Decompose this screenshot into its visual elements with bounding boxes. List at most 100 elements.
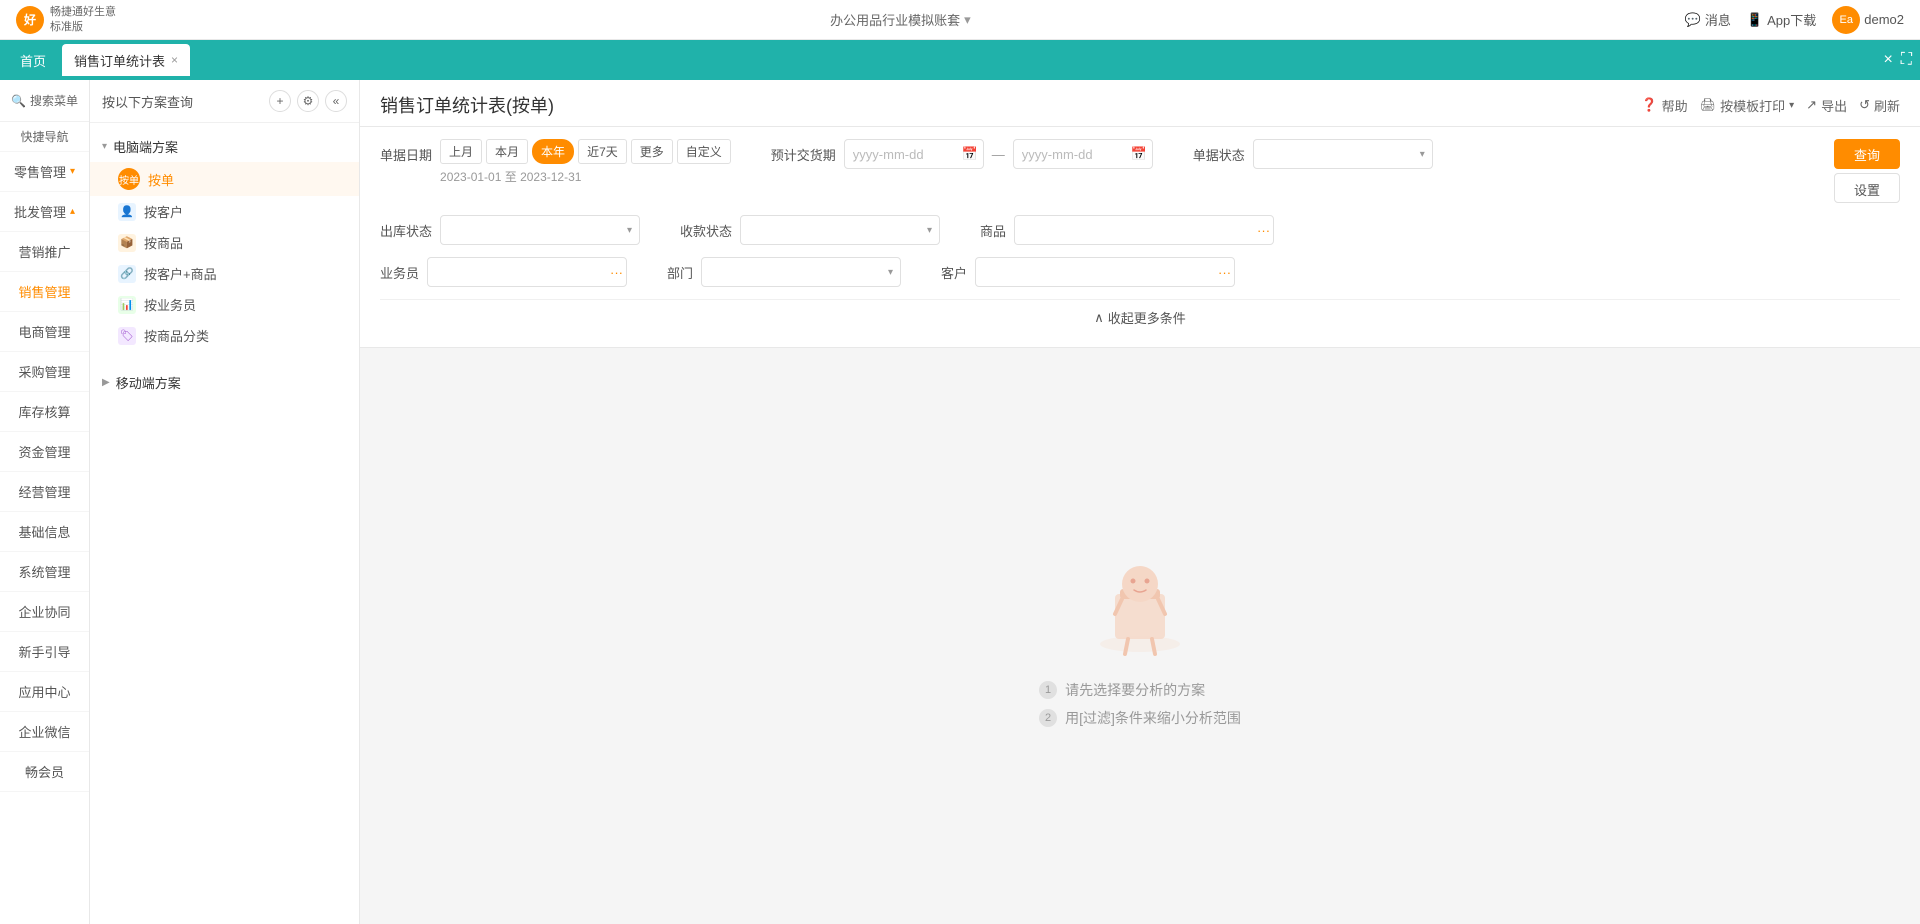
sidebar-item-retail[interactable]: 零售管理 ▾ (0, 152, 89, 192)
sidebar-shortcut-nav[interactable]: 快捷导航 (0, 122, 89, 152)
refresh-icon: ↺ (1859, 97, 1870, 113)
template-print-btn[interactable]: 🖨 按模板打印 ▾ (1700, 96, 1795, 115)
sidebar-item-basic-info[interactable]: 基础信息 (0, 512, 89, 552)
query-btn[interactable]: 查询 (1834, 139, 1900, 169)
app-title: 办公用品行业模拟账套 (830, 10, 960, 29)
left-panel-actions: + ⚙ « (269, 90, 347, 112)
date-btn-last-month[interactable]: 上月 (440, 139, 482, 164)
settings-btn[interactable]: 设置 (1834, 173, 1900, 203)
date-separator: — (992, 147, 1005, 162)
payment-status-select[interactable] (740, 215, 940, 245)
tip1-num-icon: 1 (1039, 681, 1057, 699)
status-filter-group: 单据状态 ▾ (1193, 139, 1433, 169)
ship-status-select-wrap: ▾ (440, 215, 640, 245)
goods-input-wrap: ··· (1014, 215, 1274, 245)
collapse-bar[interactable]: ∧ 收起更多条件 (380, 299, 1900, 335)
logo-icon: 好 (16, 6, 44, 34)
plus-icon: + (276, 94, 283, 108)
salesman-input[interactable] (427, 257, 627, 287)
tab-home[interactable]: 首页 (8, 44, 58, 76)
sidebar-item-member[interactable]: 畅会员 (0, 752, 89, 792)
right-panel: 销售订单统计表(按单) ❓ 帮助 🖨 按模板打印 ▾ ↗ 导出 (360, 80, 1920, 924)
ship-status-select[interactable] (440, 215, 640, 245)
tab-close-icon[interactable]: × (171, 53, 178, 67)
tree-section-pc: ▾ 电脑端方案 按单 按单 👤 按客户 📦 按商品 🔗 按客户+商品 (90, 123, 359, 359)
retail-arrow-icon: ▾ (70, 166, 75, 177)
content: 按以下方案查询 + ⚙ « ▾ 电脑端方案 (90, 80, 1920, 924)
query-settings-btns: 查询 设置 (1834, 139, 1900, 203)
tree-child-by-customer[interactable]: 👤 按客户 (90, 196, 359, 227)
refresh-btn[interactable]: ↺ 刷新 (1859, 96, 1900, 115)
left-panel-title: 按以下方案查询 (102, 92, 193, 111)
empty-tips: 1 请先选择要分析的方案 2 用[过滤]条件来缩小分析范围 (1039, 680, 1241, 728)
department-select[interactable] (701, 257, 901, 287)
sidebar-item-management[interactable]: 经营管理 (0, 472, 89, 512)
help-icon: ❓ (1641, 97, 1657, 113)
user-menu[interactable]: Ea demo2 (1832, 6, 1904, 34)
customer-filter-group: 客户 ··· (941, 257, 1235, 287)
date-btn-this-year[interactable]: 本年 (532, 139, 574, 164)
app-download-btn[interactable]: 📱 App下载 (1747, 10, 1816, 29)
payment-status-select-wrap: ▾ (740, 215, 940, 245)
app-title-arrow-icon[interactable]: ▾ (964, 12, 971, 28)
print-arrow-icon: ▾ (1789, 100, 1794, 111)
tip2-num-icon: 2 (1039, 709, 1057, 727)
sidebar-item-inventory[interactable]: 库存核算 (0, 392, 89, 432)
tabbar: 首页 销售订单统计表 × × ⛶ (0, 40, 1920, 80)
window-close-icon[interactable]: × (1883, 51, 1892, 69)
tree-child-by-category[interactable]: 🏷 按商品分类 (90, 320, 359, 351)
customer-input[interactable] (975, 257, 1235, 287)
tree-parent-pc[interactable]: ▾ 电脑端方案 (90, 131, 359, 162)
sidebar-item-sales[interactable]: 销售管理 (0, 272, 89, 312)
date-btn-more[interactable]: 更多 (631, 139, 673, 164)
date-btn-this-month[interactable]: 本月 (486, 139, 528, 164)
goods-input[interactable] (1014, 215, 1274, 245)
tree-child-by-order[interactable]: 按单 按单 (90, 162, 359, 196)
sidebar-item-wechat[interactable]: 企业微信 (0, 712, 89, 752)
sidebar-item-app-center[interactable]: 应用中心 (0, 672, 89, 712)
salesman-more-icon[interactable]: ··· (610, 265, 623, 280)
sidebar-item-purchase[interactable]: 采购管理 (0, 352, 89, 392)
department-select-wrap: ▾ (701, 257, 901, 287)
status-label: 单据状态 (1193, 145, 1245, 164)
date-btn-last-7[interactable]: 近7天 (578, 139, 627, 164)
goods-more-icon[interactable]: ··· (1257, 223, 1270, 238)
date-btn-custom[interactable]: 自定义 (677, 139, 731, 164)
search-menu-btn[interactable]: 🔍 搜索菜单 (8, 88, 81, 113)
date-range-text: 2023-01-01 至 2023-12-31 (440, 168, 731, 185)
help-btn[interactable]: ❓ 帮助 (1641, 96, 1687, 115)
tab-sales-order-stats[interactable]: 销售订单统计表 × (62, 44, 190, 76)
tree-mobile-arrow-icon: ▶ (102, 377, 110, 388)
date-label: 单据日期 (380, 139, 432, 164)
customer-more-icon[interactable]: ··· (1218, 265, 1231, 280)
collapse-btn[interactable]: ∧ 收起更多条件 (1094, 308, 1186, 327)
tree-child-by-staff[interactable]: 📊 按业务员 (90, 289, 359, 320)
empty-tip-1: 1 请先选择要分析的方案 (1039, 680, 1241, 700)
sidebar-item-guide[interactable]: 新手引导 (0, 632, 89, 672)
topbar-center[interactable]: 办公用品行业模拟账套 ▾ (830, 10, 971, 29)
message-btn[interactable]: 💬 消息 (1685, 10, 1731, 29)
logo-text: 畅捷通好生意 标准版 (50, 5, 116, 34)
tree-child-by-goods[interactable]: 📦 按商品 (90, 227, 359, 258)
sidebar-item-wholesale[interactable]: 批发管理 ▴ (0, 192, 89, 232)
settings-scheme-btn[interactable]: ⚙ (297, 90, 319, 112)
goods-label: 商品 (980, 221, 1006, 240)
sidebar-item-marketing[interactable]: 营销推广 (0, 232, 89, 272)
payment-status-group: 收款状态 ▾ (680, 215, 940, 245)
calendar-to-icon: 📅 (1131, 146, 1147, 162)
scheme-by-goods-icon: 📦 (118, 234, 136, 252)
tree-parent-mobile[interactable]: ▶ 移动端方案 (90, 367, 359, 398)
main-layout: 🔍 搜索菜单 快捷导航 零售管理 ▾ 批发管理 ▴ 营销推广 销售管理 电商管理… (0, 80, 1920, 924)
add-scheme-btn[interactable]: + (269, 90, 291, 112)
export-btn[interactable]: ↗ 导出 (1806, 96, 1847, 115)
sidebar-item-ecommerce[interactable]: 电商管理 (0, 312, 89, 352)
message-icon: 💬 (1685, 12, 1701, 28)
tree-child-by-customer-goods[interactable]: 🔗 按客户+商品 (90, 258, 359, 289)
sidebar-item-enterprise[interactable]: 企业协同 (0, 592, 89, 632)
collapse-panel-btn[interactable]: « (325, 90, 347, 112)
window-expand-icon[interactable]: ⛶ (1901, 51, 1912, 69)
sidebar-item-finance[interactable]: 资金管理 (0, 432, 89, 472)
status-select[interactable] (1253, 139, 1433, 169)
export-icon: ↗ (1806, 97, 1817, 113)
sidebar-item-system[interactable]: 系统管理 (0, 552, 89, 592)
